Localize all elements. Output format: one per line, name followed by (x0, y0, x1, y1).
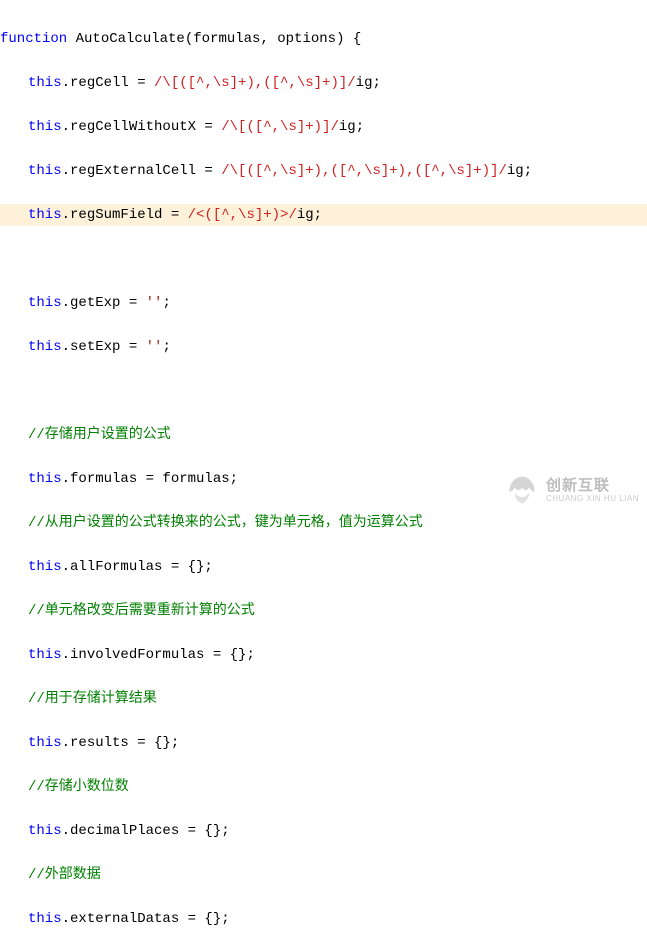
keyword-this: this (28, 295, 62, 311)
semicolon: ; (524, 163, 532, 179)
property: .externalDatas = {}; (62, 911, 230, 927)
comment: //从用户设置的公式转换来的公式，键为单元格，值为运算公式 (28, 515, 423, 531)
comment: //存储小数位数 (28, 779, 129, 795)
semicolon: ; (162, 295, 170, 311)
regex-literal: /\[([^,\s]+),([^,\s]+),([^,\s]+)]/ (221, 163, 507, 179)
property: .allFormulas = {}; (62, 559, 213, 575)
watermark-logo-icon (504, 473, 540, 509)
code-line: this.setExp = ''; (0, 336, 647, 358)
property: .getExp = (62, 295, 146, 311)
code-line: //外部数据 (0, 864, 647, 886)
keyword-this: this (28, 119, 62, 135)
code-line: this.results = {}; (0, 732, 647, 754)
watermark-subtitle: CHUANG XIN HU LIAN (546, 495, 639, 504)
semicolon: ; (356, 119, 364, 135)
keyword-this: this (28, 207, 62, 223)
regex-flags: ig (356, 75, 373, 91)
string-literal: '' (146, 339, 163, 355)
property: .regSumField = (62, 207, 188, 223)
code-line: this.decimalPlaces = {}; (0, 820, 647, 842)
keyword-this: this (28, 823, 62, 839)
regex-literal: /\[([^,\s]+),([^,\s]+)]/ (154, 75, 356, 91)
code-line: this.externalDatas = {}; (0, 908, 647, 930)
comment: //外部数据 (28, 867, 101, 883)
keyword-this: this (28, 471, 62, 487)
code-line: //用于存储计算结果 (0, 688, 647, 710)
code-line: function AutoCalculate(formulas, options… (0, 28, 647, 50)
keyword-this: this (28, 647, 62, 663)
comment: //用于存储计算结果 (28, 691, 157, 707)
code-line: this.getExp = ''; (0, 292, 647, 314)
keyword-this: this (28, 735, 62, 751)
code-line: //从用户设置的公式转换来的公式，键为单元格，值为运算公式 (0, 512, 647, 534)
property: .decimalPlaces = {}; (62, 823, 230, 839)
semicolon: ; (372, 75, 380, 91)
code-line: //单元格改变后需要重新计算的公式 (0, 600, 647, 622)
regex-flags: ig (339, 119, 356, 135)
property: .regCell = (62, 75, 154, 91)
watermark: 创新互联 CHUANG XIN HU LIAN (504, 473, 639, 509)
string-literal: '' (146, 295, 163, 311)
property: .regCellWithoutX = (62, 119, 222, 135)
semicolon: ; (162, 339, 170, 355)
regex-literal: /\[([^,\s]+)]/ (221, 119, 339, 135)
blank-line (0, 380, 647, 402)
watermark-title: 创新互联 (546, 478, 639, 495)
code-line: //存储小数位数 (0, 776, 647, 798)
code-line: this.regCellWithoutX = /\[([^,\s]+)]/ig; (0, 116, 647, 138)
watermark-text: 创新互联 CHUANG XIN HU LIAN (546, 478, 639, 503)
code-line: this.regExternalCell = /\[([^,\s]+),([^,… (0, 160, 647, 182)
identifier: AutoCalculate(formulas, options) { (67, 31, 361, 47)
regex-flags: ig (297, 207, 314, 223)
regex-literal: /<([^,\s]+)>/ (188, 207, 297, 223)
keyword-this: this (28, 911, 62, 927)
comment: //存储用户设置的公式 (28, 427, 171, 443)
blank-line (0, 248, 647, 270)
code-line-highlighted: this.regSumField = /<([^,\s]+)>/ig; (0, 204, 647, 226)
keyword: function (0, 31, 67, 47)
property: .regExternalCell = (62, 163, 222, 179)
regex-flags: ig (507, 163, 524, 179)
keyword-this: this (28, 339, 62, 355)
semicolon: ; (314, 207, 322, 223)
code-line: this.involvedFormulas = {}; (0, 644, 647, 666)
property: .involvedFormulas = {}; (62, 647, 255, 663)
keyword-this: this (28, 163, 62, 179)
code-line: //存储用户设置的公式 (0, 424, 647, 446)
code-line: this.allFormulas = {}; (0, 556, 647, 578)
property: .formulas = formulas; (62, 471, 238, 487)
keyword-this: this (28, 75, 62, 91)
property: .setExp = (62, 339, 146, 355)
property: .results = {}; (62, 735, 180, 751)
comment: //单元格改变后需要重新计算的公式 (28, 603, 255, 619)
keyword-this: this (28, 559, 62, 575)
code-line: this.regCell = /\[([^,\s]+),([^,\s]+)]/i… (0, 72, 647, 94)
